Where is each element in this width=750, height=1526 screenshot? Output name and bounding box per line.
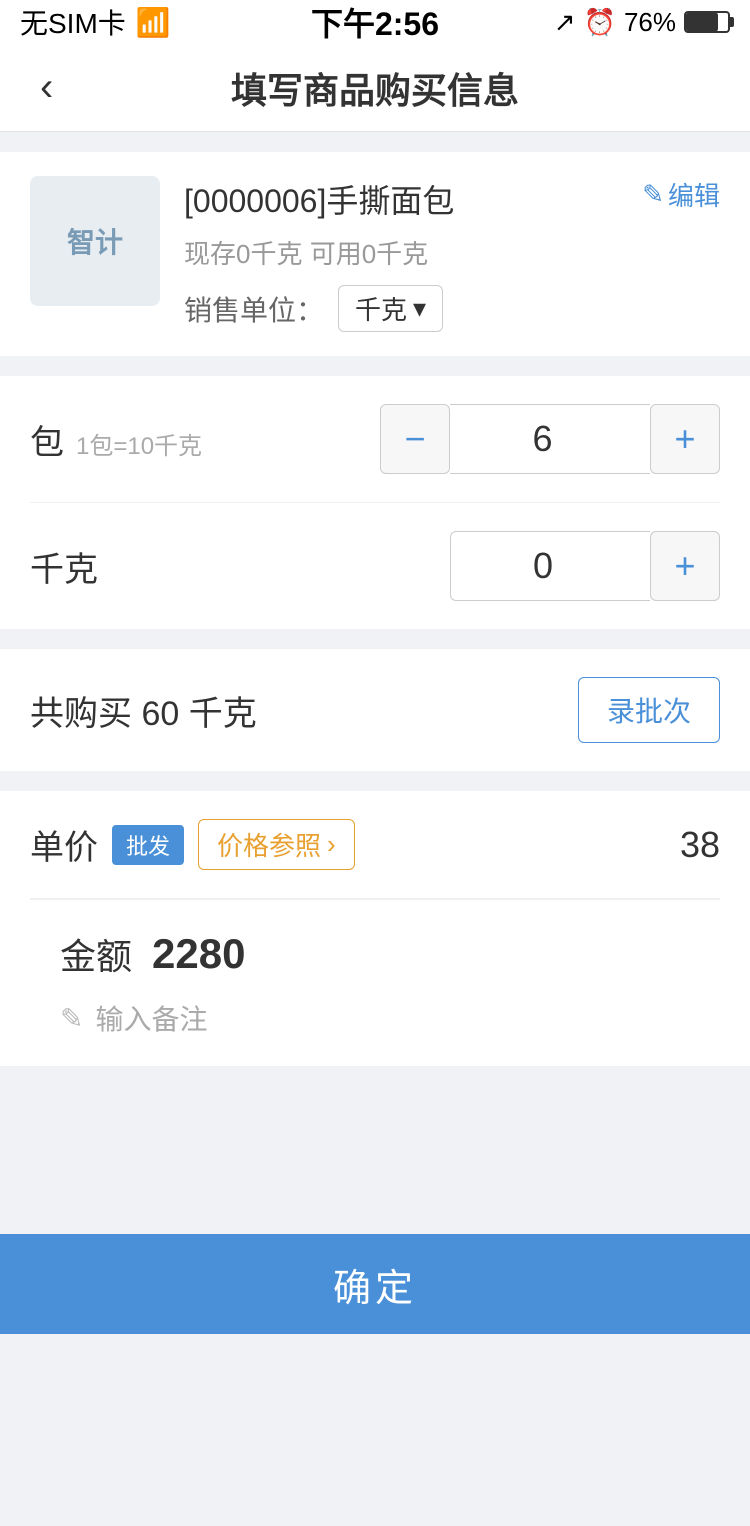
kg-input[interactable] <box>450 531 650 601</box>
battery-pct: 76% <box>624 7 676 38</box>
bao-hint: 1包=10千克 <box>76 426 202 461</box>
battery-icon <box>684 11 730 33</box>
price-badge: 批发 <box>112 825 184 865</box>
bao-minus-button[interactable]: − <box>380 404 450 474</box>
price-ref-button[interactable]: 价格参照 › <box>198 819 355 870</box>
status-bar: 无SIM卡 📶 下午2:56 ↗ ⏰ 76% <box>0 0 750 44</box>
confirm-button[interactable]: 确定 <box>0 1234 750 1334</box>
bao-input[interactable] <box>450 404 650 474</box>
status-time: 下午2:56 <box>311 0 439 45</box>
price-row: 单价 批发 价格参照 › 38 <box>30 791 720 899</box>
summary-text: 共购买 60 千克 <box>30 686 257 735</box>
price-value: 38 <box>680 824 720 866</box>
status-right: ↗ ⏰ 76% <box>554 7 730 38</box>
edit-button[interactable]: ✎ 编辑 <box>642 176 720 213</box>
status-left: 无SIM卡 📶 <box>20 2 171 42</box>
amount-value: 2280 <box>152 930 245 978</box>
pencil-icon: ✎ <box>60 1002 83 1035</box>
summary-prefix: 共购买 <box>30 695 132 733</box>
bao-label: 包 <box>30 415 64 464</box>
available-label: 可用0千克 <box>310 239 428 269</box>
kg-label-group: 千克 <box>30 542 98 591</box>
location-icon: ↗ <box>554 7 576 38</box>
product-image: 智计 <box>30 176 160 306</box>
quantity-section: 包 1包=10千克 − + 千克 + <box>0 376 750 629</box>
product-card: 智计 [0000006]手撕面包 ✎ 编辑 现存0千克 可用0千克 销售单位： … <box>0 152 750 356</box>
product-name: [0000006]手撕面包 <box>184 176 454 222</box>
amount-section: 金额 2280 ✎ 输入备注 <box>30 899 720 1066</box>
unit-value: 千克 <box>355 290 407 327</box>
edit-icon: ✎ <box>642 179 664 210</box>
unit-select[interactable]: 千克 ▾ <box>338 285 443 332</box>
kg-quantity-row: 千克 + <box>30 503 720 629</box>
bao-label-group: 包 1包=10千克 <box>30 415 202 464</box>
product-stock: 现存0千克 可用0千克 <box>184 234 720 271</box>
amount-row: 金额 2280 <box>60 928 690 980</box>
batch-button[interactable]: 录批次 <box>578 677 720 743</box>
bao-quantity-row: 包 1包=10千克 − + <box>30 376 720 503</box>
price-ref-label: 价格参照 <box>217 826 321 863</box>
note-row[interactable]: ✎ 输入备注 <box>60 998 690 1038</box>
price-ref-arrow-icon: › <box>327 829 336 860</box>
unit-chevron-icon: ▾ <box>413 293 426 324</box>
product-info: [0000006]手撕面包 ✎ 编辑 现存0千克 可用0千克 销售单位： 千克 … <box>184 176 720 332</box>
back-button[interactable]: ‹ <box>30 55 63 120</box>
price-label: 单价 <box>30 820 98 869</box>
kg-controls: + <box>450 531 720 601</box>
note-placeholder: 输入备注 <box>95 998 207 1038</box>
edit-label: 编辑 <box>668 176 720 213</box>
product-unit-row: 销售单位： 千克 ▾ <box>184 285 720 332</box>
nav-bar: ‹ 填写商品购买信息 <box>0 44 750 132</box>
summary-section: 共购买 60 千克 录批次 <box>0 649 750 771</box>
kg-label: 千克 <box>30 542 98 591</box>
product-logo: 智计 <box>67 221 123 261</box>
amount-label: 金额 <box>60 928 132 980</box>
summary-amount: 60 <box>141 695 179 733</box>
stock-label: 现存0千克 <box>184 239 302 269</box>
price-left: 单价 批发 价格参照 › <box>30 819 355 870</box>
bao-plus-button[interactable]: + <box>650 404 720 474</box>
page-title: 填写商品购买信息 <box>231 62 519 114</box>
alarm-icon: ⏰ <box>584 7 616 38</box>
unit-prefix: 销售单位： <box>184 289 324 329</box>
price-section: 单价 批发 价格参照 › 38 金额 2280 ✎ 输入备注 <box>0 791 750 1066</box>
wifi-icon: 📶 <box>136 6 171 39</box>
bao-controls: − + <box>380 404 720 474</box>
kg-plus-button[interactable]: + <box>650 531 720 601</box>
carrier-text: 无SIM卡 <box>20 2 126 42</box>
summary-unit: 千克 <box>189 695 257 733</box>
